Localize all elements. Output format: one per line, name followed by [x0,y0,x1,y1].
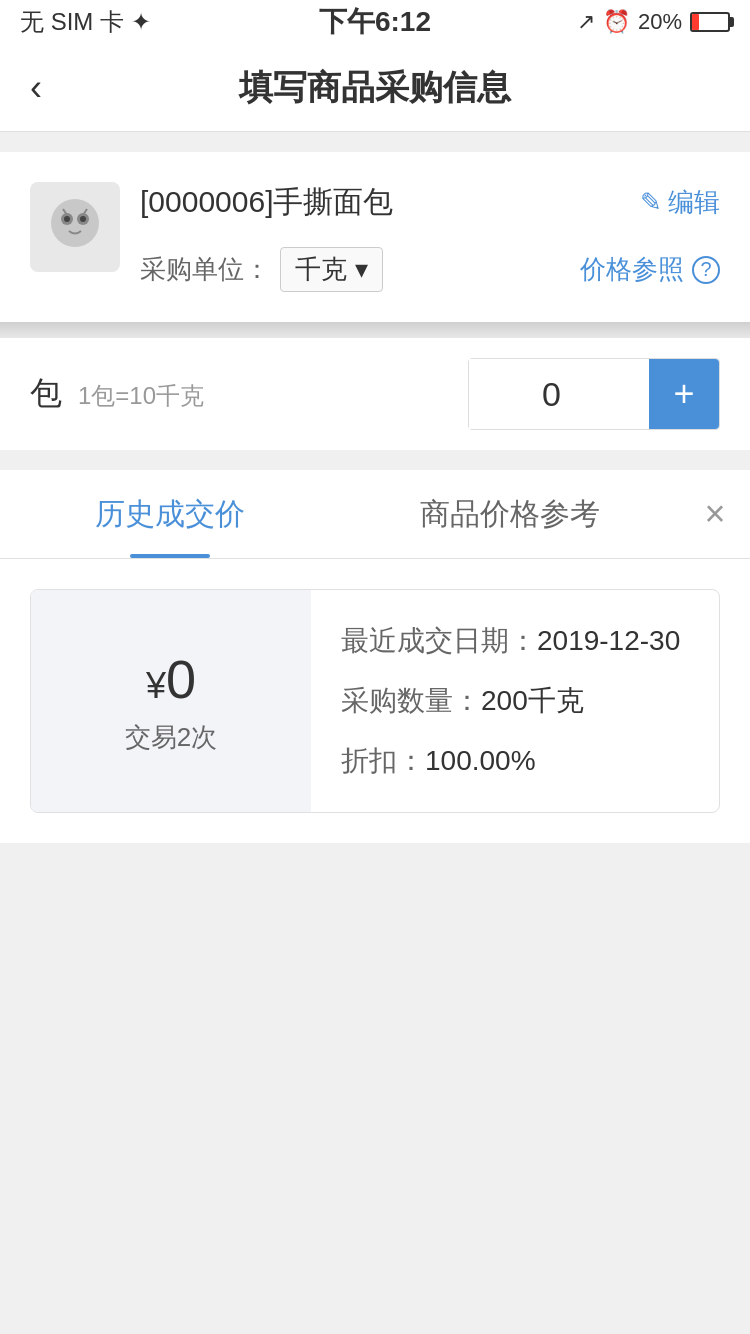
price-reference-button[interactable]: 价格参照 ? [580,252,720,287]
product-title-row: [0000006]手撕面包 ✎ 编辑 [140,182,720,223]
product-thumbnail [30,182,120,272]
edit-button[interactable]: ✎ 编辑 [640,185,720,220]
sim-text: 无 SIM 卡 ✦ [20,6,151,38]
price-panel: 历史成交价 商品价格参考 × ¥0 交易2次 最近成交日期：2019-12-30… [0,470,750,843]
tab-history-price[interactable]: 历史成交价 [0,470,340,558]
edit-label: 编辑 [668,185,720,220]
status-right: ↗ ⏰ 20% [577,9,730,35]
price-ref-question-icon: ? [692,256,720,284]
purchase-unit-row: 采购单位： 千克 ▾ 价格参照 ? [140,247,720,292]
purchase-qty-value: 200千克 [481,685,584,716]
tab-product-price-ref-label: 商品价格参考 [420,494,600,535]
price-content: ¥0 交易2次 最近成交日期：2019-12-30 采购数量：200千克 折扣：… [0,559,750,843]
product-thumb-icon [45,193,105,261]
purchase-qty-row: 采购数量：200千克 [341,680,689,722]
quantity-unit: 包 [30,372,62,416]
price-card: ¥0 交易2次 最近成交日期：2019-12-30 采购数量：200千克 折扣：… [30,589,720,813]
purchase-qty-label: 采购数量： [341,685,481,716]
edit-icon: ✎ [640,187,662,218]
purchase-unit-label: 采购单位： [140,252,270,287]
price-value: 0 [166,649,196,709]
product-image-svg [45,193,105,253]
status-time: 下午6:12 [319,3,431,41]
close-panel-button[interactable]: × [680,470,750,558]
quantity-input[interactable] [469,359,649,429]
discount-value: 100.00% [425,745,536,776]
status-left: 无 SIM 卡 ✦ [20,6,151,38]
back-button[interactable]: ‹ [30,67,42,109]
quantity-input-group: + [468,358,720,430]
nav-bar: ‹ 填写商品采购信息 [0,44,750,132]
alarm-icon: ⏰ [603,9,630,35]
battery-icon [690,12,730,32]
svg-point-0 [51,199,99,247]
dropdown-arrow-icon: ▾ [355,254,368,285]
scroll-indicator [0,322,750,338]
quantity-section: 包 1包=10千克 + [0,338,750,450]
price-card-left: ¥0 交易2次 [31,590,311,812]
selected-unit-value: 千克 [295,252,347,287]
page-title: 填写商品采购信息 [239,65,511,111]
location-icon: ↗ [577,9,595,35]
svg-point-4 [80,216,86,222]
recent-date-label: 最近成交日期： [341,625,537,656]
product-header: [0000006]手撕面包 ✎ 编辑 采购单位： 千克 ▾ 价格参照 [30,182,720,292]
product-section: [0000006]手撕面包 ✎ 编辑 采购单位： 千克 ▾ 价格参照 [0,152,750,322]
unit-select-dropdown[interactable]: 千克 ▾ [280,247,383,292]
status-bar: 无 SIM 卡 ✦ 下午6:12 ↗ ⏰ 20% [0,0,750,44]
discount-label: 折扣： [341,745,425,776]
main-content-area [0,843,750,1334]
svg-point-3 [64,216,70,222]
battery-percent: 20% [638,9,682,35]
price-ref-label: 价格参照 [580,252,684,287]
tab-active-underline [130,554,210,558]
currency-symbol: ¥ [146,665,166,706]
quantity-conversion: 1包=10千克 [78,380,204,412]
product-info: [0000006]手撕面包 ✎ 编辑 采购单位： 千克 ▾ 价格参照 [140,182,720,292]
product-id: [0000006] [140,185,273,218]
price-panel-tabs: 历史成交价 商品价格参考 × [0,470,750,559]
price-trades: 交易2次 [125,720,217,755]
recent-date-value: 2019-12-30 [537,625,680,656]
discount-row: 折扣：100.00% [341,740,689,782]
tab-history-price-label: 历史成交价 [95,494,245,535]
quantity-label-group: 包 1包=10千克 [30,372,204,416]
price-card-right: 最近成交日期：2019-12-30 采购数量：200千克 折扣：100.00% [311,590,719,812]
product-name: [0000006]手撕面包 [140,182,393,223]
tab-product-price-ref[interactable]: 商品价格参考 [340,470,680,558]
recent-date-row: 最近成交日期：2019-12-30 [341,620,689,662]
product-title: 手撕面包 [273,185,393,218]
quantity-plus-button[interactable]: + [649,359,719,429]
price-amount: ¥0 [146,648,196,710]
